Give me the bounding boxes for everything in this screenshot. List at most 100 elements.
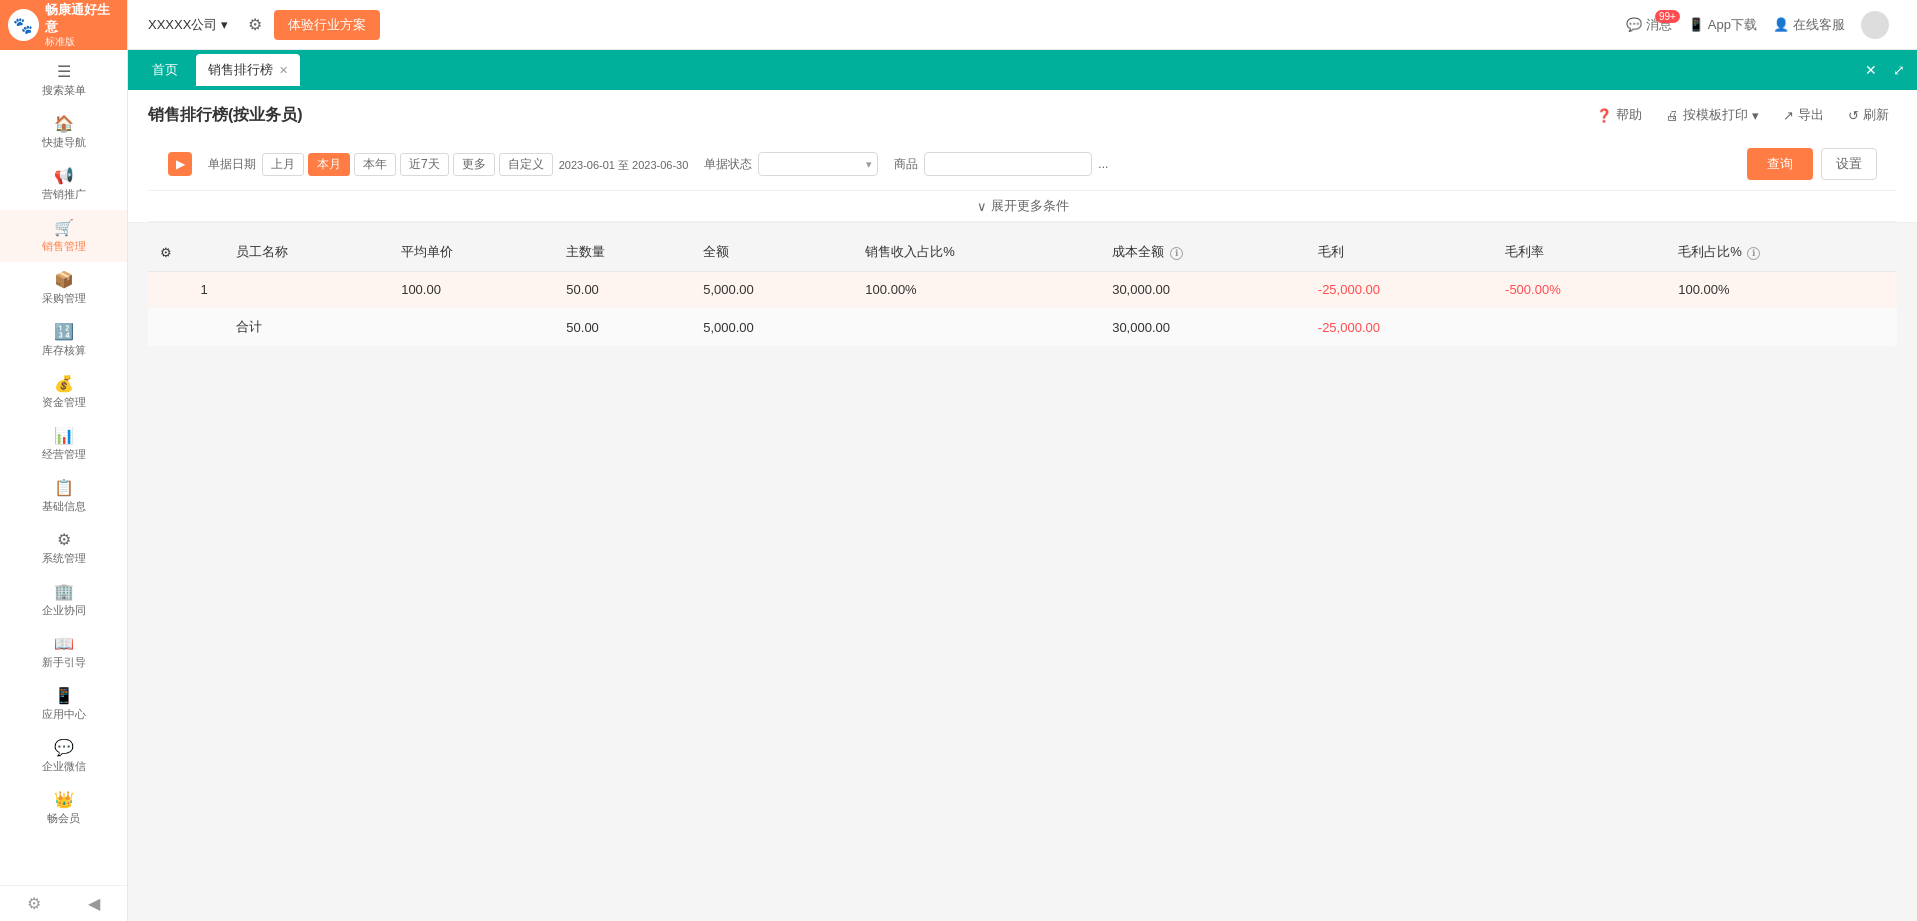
export-label: 导出 xyxy=(1798,106,1824,124)
logo-text: 畅康通好生意 标准版 xyxy=(45,2,119,49)
help-btn[interactable]: ❓ 帮助 xyxy=(1588,102,1650,128)
status-filter-label: 单据状态 xyxy=(704,156,752,173)
col-avg-price: 平均单价 xyxy=(389,233,554,272)
sidebar-item-guide[interactable]: 📖 新手引导 xyxy=(0,626,127,678)
sidebar-item-wechat[interactable]: 💬 企业微信 xyxy=(0,730,127,782)
sidebar-item-search[interactable]: ☰ 搜索菜单 xyxy=(0,54,127,106)
tab-close-icon[interactable]: ✕ xyxy=(279,64,288,77)
tab-home[interactable]: 首页 xyxy=(136,50,194,90)
sidebar-item-label: 采购管理 xyxy=(42,291,86,306)
footer-gross: -25,000.00 xyxy=(1306,308,1493,347)
col-settings[interactable]: ⚙ xyxy=(148,233,184,272)
footer-gross-pct xyxy=(1666,308,1897,347)
sidebar-item-system[interactable]: ⚙ 系统管理 xyxy=(0,522,127,574)
logo-title: 畅康通好生意 xyxy=(45,2,119,36)
app-download-btn[interactable]: 📱 App下载 xyxy=(1688,16,1757,34)
sidebar-item-purchase[interactable]: 📦 采购管理 xyxy=(0,262,127,314)
status-select[interactable] xyxy=(758,152,878,176)
search-menu-icon: ☰ xyxy=(57,62,71,81)
service-label: 在线客服 xyxy=(1793,16,1845,34)
filter-actions: 查询 设置 xyxy=(1747,148,1877,180)
date-btn-more[interactable]: 更多 xyxy=(453,153,495,176)
sidebar-item-quick[interactable]: 🏠 快捷导航 xyxy=(0,106,127,158)
tab-sales-ranking[interactable]: 销售排行榜 ✕ xyxy=(196,54,300,86)
col-amount: 全额 xyxy=(691,233,853,272)
tab-maximize-btn[interactable]: ⤢ xyxy=(1889,58,1909,82)
footer-rank xyxy=(184,308,224,347)
avatar[interactable] xyxy=(1861,11,1889,39)
sidebar-item-basic[interactable]: 📋 基础信息 xyxy=(0,470,127,522)
table-body: 1 100.00 50.00 5,000.00 100.00% 30,000.0… xyxy=(148,272,1897,308)
expand-more-btn[interactable]: ∨ 展开更多条件 xyxy=(977,197,1069,215)
message-badge: 99+ xyxy=(1655,10,1680,23)
date-btn-this-month[interactable]: 本月 xyxy=(308,153,350,176)
system-icon: ⚙ xyxy=(57,530,71,549)
date-btn-last-month[interactable]: 上月 xyxy=(262,153,304,176)
date-btn-7days[interactable]: 近7天 xyxy=(400,153,449,176)
company-selector[interactable]: XXXXX公司 ▾ xyxy=(140,12,236,38)
export-btn[interactable]: ↗ 导出 xyxy=(1775,102,1832,128)
date-filter-group: 单据日期 上月 本月 本年 近7天 更多 自定义 2023-06-01 至 20… xyxy=(208,153,688,176)
sidebar-item-label: 资金管理 xyxy=(42,395,86,410)
date-btn-custom[interactable]: 自定义 xyxy=(499,153,553,176)
filter-toggle-btn[interactable]: ▶ xyxy=(168,152,192,176)
sidebar-item-sales[interactable]: 🛒 销售管理 xyxy=(0,210,127,262)
footer-label: 合计 xyxy=(224,308,389,347)
marketing-icon: 📢 xyxy=(54,166,74,185)
cost-info-icon[interactable]: ℹ xyxy=(1170,247,1183,260)
status-filter-group: 单据状态 xyxy=(704,152,878,176)
template-print-btn[interactable]: 🖨 按模板打印 ▾ xyxy=(1658,102,1767,128)
cell-settings xyxy=(148,272,184,308)
sidebar-item-label: 快捷导航 xyxy=(42,135,86,150)
page-header: 销售排行榜(按业务员) ❓ 帮助 🖨 按模板打印 ▾ ↗ 导出 xyxy=(128,90,1917,223)
apps-icon: 📱 xyxy=(54,686,74,705)
filter-settings-btn[interactable]: 设置 xyxy=(1821,148,1877,180)
message-btn[interactable]: 💬 消息 99+ xyxy=(1626,16,1672,34)
sidebar-item-member[interactable]: 👑 畅会员 xyxy=(0,782,127,834)
sidebar-item-marketing[interactable]: 📢 营销推广 xyxy=(0,158,127,210)
sidebar-item-operations[interactable]: 📊 经营管理 xyxy=(0,418,127,470)
cell-sales-pct: 100.00% xyxy=(853,272,1100,308)
sidebar-item-label: 经营管理 xyxy=(42,447,86,462)
topbar: XXXXX公司 ▾ ⚙ 体验行业方案 💬 消息 99+ 📱 App下载 👤 在线… xyxy=(128,0,1917,50)
settings-icon[interactable]: ⚙ xyxy=(244,11,266,38)
refresh-label: 刷新 xyxy=(1863,106,1889,124)
sidebar-item-label: 新手引导 xyxy=(42,655,86,670)
sidebar-item-label: 畅会员 xyxy=(47,811,80,826)
sidebar-item-label: 企业微信 xyxy=(42,759,86,774)
chevron-down-icon: ▾ xyxy=(1752,108,1759,123)
operations-icon: 📊 xyxy=(54,426,74,445)
help-label: 帮助 xyxy=(1616,106,1642,124)
tab-minimize-btn[interactable]: ✕ xyxy=(1861,58,1881,82)
topbar-right: 💬 消息 99+ 📱 App下载 👤 在线客服 xyxy=(1626,11,1905,39)
sidebar-item-label: 应用中心 xyxy=(42,707,86,722)
sidebar-item-apps[interactable]: 📱 应用中心 xyxy=(0,678,127,730)
footer-amount: 5,000.00 xyxy=(691,308,853,347)
sidebar-item-finance[interactable]: 💰 资金管理 xyxy=(0,366,127,418)
sidebar-collapse-btn[interactable]: ◀ xyxy=(88,894,100,913)
sidebar-item-label: 企业协同 xyxy=(42,603,86,618)
filter-bar: ▶ 单据日期 上月 本月 本年 近7天 更多 自定义 2023-06-01 至 … xyxy=(148,138,1897,191)
gross-pct-info-icon[interactable]: ℹ xyxy=(1747,247,1760,260)
sidebar-item-inventory[interactable]: 🔢 库存核算 xyxy=(0,314,127,366)
cell-main-qty: 50.00 xyxy=(554,272,691,308)
expand-label: 展开更多条件 xyxy=(991,197,1069,215)
footer-avg-price xyxy=(389,308,554,347)
sidebar-nav: ☰ 搜索菜单 🏠 快捷导航 📢 营销推广 🛒 销售管理 📦 采购管理 🔢 库存核… xyxy=(0,50,127,885)
chevron-down-icon: ▾ xyxy=(221,17,228,32)
col-main-qty: 主数量 xyxy=(554,233,691,272)
refresh-btn[interactable]: ↺ 刷新 xyxy=(1840,102,1897,128)
online-service-btn[interactable]: 👤 在线客服 xyxy=(1773,16,1845,34)
query-btn[interactable]: 查询 xyxy=(1747,148,1813,180)
sidebar-settings-btn[interactable]: ⚙ xyxy=(27,894,41,913)
date-btn-this-year[interactable]: 本年 xyxy=(354,153,396,176)
page-title: 销售排行榜(按业务员) xyxy=(148,105,303,126)
goods-input[interactable] xyxy=(924,152,1092,176)
cell-rank: 1 xyxy=(184,272,224,308)
status-select-wrapper xyxy=(758,152,878,176)
trial-btn[interactable]: 体验行业方案 xyxy=(274,10,380,40)
sidebar-item-enterprise[interactable]: 🏢 企业协同 xyxy=(0,574,127,626)
app-label: App下载 xyxy=(1708,16,1757,34)
page-title-row: 销售排行榜(按业务员) ❓ 帮助 🖨 按模板打印 ▾ ↗ 导出 xyxy=(148,102,1897,138)
header-row: ⚙ 员工名称 平均单价 主数量 全额 销售收入占比% 成本全额 ℹ 毛利 毛利率 xyxy=(148,233,1897,272)
